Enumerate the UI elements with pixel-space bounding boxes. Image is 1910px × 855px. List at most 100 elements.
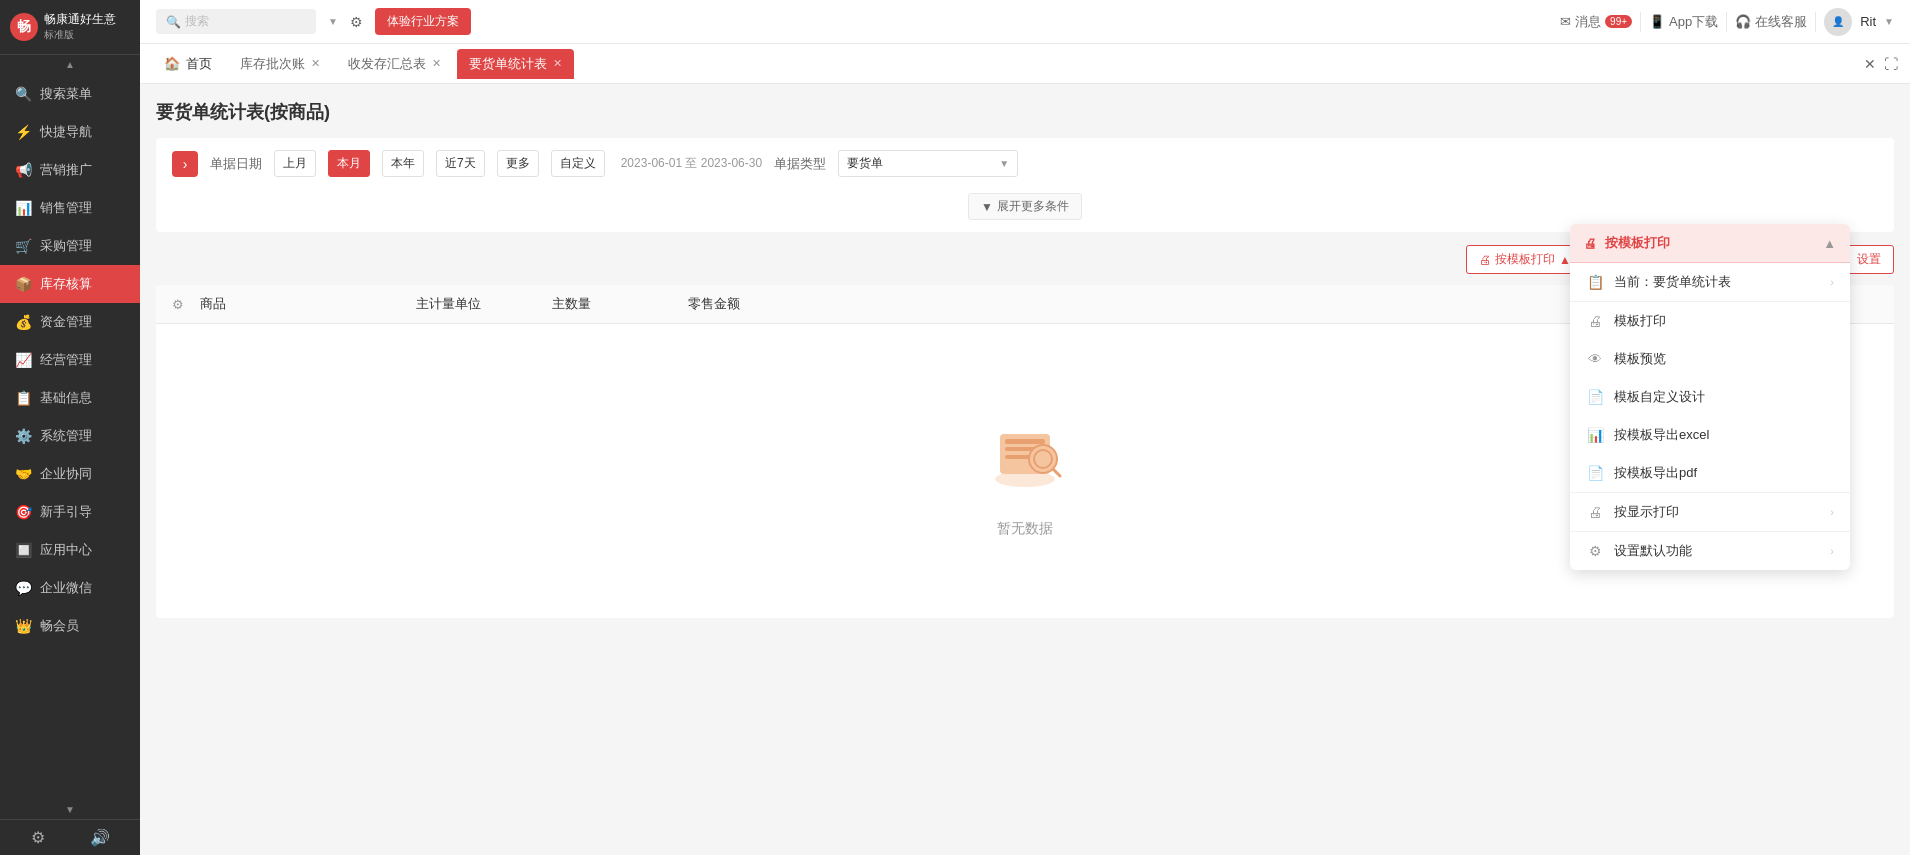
sidebar-item-finance[interactable]: 💰 资金管理 (0, 303, 140, 341)
tab-close-inventory-batch[interactable]: ✕ (311, 57, 320, 70)
message-btn[interactable]: ✉ 消息 99+ (1560, 13, 1632, 31)
print-template-btn[interactable]: 🖨 按模板打印 ▲ (1466, 245, 1584, 274)
dropdown-export-pdf-item[interactable]: 📄 按模板导出pdf (1570, 454, 1850, 492)
tabbar-actions: ✕ ⛶ (1864, 56, 1898, 72)
expand-more-btn[interactable]: ▼ 展开更多条件 (968, 193, 1082, 220)
type-filter-select[interactable]: 要货单 ▼ (838, 150, 1018, 177)
topbar-search[interactable]: 🔍 搜索 (156, 9, 316, 34)
divider-3 (1815, 12, 1816, 32)
date-prev-month-btn[interactable]: 上月 (274, 150, 316, 177)
dropdown-display-print-section: 🖨 按显示打印 › (1570, 493, 1850, 532)
sidebar-item-marketing[interactable]: 📢 营销推广 (0, 151, 140, 189)
divider-2 (1726, 12, 1727, 32)
sidebar-item-basic[interactable]: 📋 基础信息 (0, 379, 140, 417)
select-arrow-icon: ▼ (999, 158, 1009, 169)
sidebar-scroll-down[interactable]: ▼ (0, 799, 140, 819)
search-icon: 🔍 (14, 86, 32, 102)
print-template-icon: 🖨 (1586, 313, 1604, 329)
online-service-btn[interactable]: 🎧 在线客服 (1735, 13, 1807, 31)
tab-close-all-icon[interactable]: ✕ (1864, 56, 1876, 72)
sidebar-item-purchase[interactable]: 🛒 采购管理 (0, 227, 140, 265)
sidebar-item-appstore[interactable]: 🔲 应用中心 (0, 531, 140, 569)
topbar: 🔍 搜索 ▼ ⚙ 体验行业方案 ✉ 消息 99+ 📱 App下载 🎧 在线客服 (140, 0, 1910, 44)
sidebar-item-search[interactable]: 🔍 搜索菜单 (0, 75, 140, 113)
set-default-icon: ⚙ (1586, 543, 1604, 559)
home-icon: 🏠 (164, 56, 180, 71)
empty-state-illustration (975, 404, 1075, 504)
user-dropdown-arrow[interactable]: ▼ (1884, 16, 1894, 27)
date-custom-btn[interactable]: 自定义 (551, 150, 605, 177)
dropdown-print-template-item[interactable]: 🖨 模板打印 (1570, 302, 1850, 340)
user-avatar[interactable]: 👤 (1824, 8, 1852, 36)
col-qty: 主数量 (552, 295, 672, 313)
dropdown-set-default-left: ⚙ 设置默认功能 (1586, 542, 1692, 560)
sidebar-item-inventory[interactable]: 📦 库存核算 (0, 265, 140, 303)
dropdown-current-item[interactable]: 📋 当前：要货单统计表 › (1570, 263, 1850, 301)
date-current-year-btn[interactable]: 本年 (382, 150, 424, 177)
display-print-arrow: › (1830, 506, 1834, 518)
sidebar-item-guide[interactable]: 🎯 新手引导 (0, 493, 140, 531)
table-settings-icon[interactable]: ⚙ (172, 297, 184, 312)
sidebar-item-shortcut[interactable]: ⚡ 快捷导航 (0, 113, 140, 151)
dropdown-set-default-item[interactable]: ⚙ 设置默认功能 › (1570, 532, 1850, 570)
current-item-arrow: › (1830, 276, 1834, 288)
app-download-btn[interactable]: 📱 App下载 (1649, 13, 1718, 31)
trial-btn[interactable]: 体验行业方案 (375, 8, 471, 35)
tab-order-stats[interactable]: 要货单统计表 ✕ (457, 49, 574, 79)
dropdown-template-design-item[interactable]: 📄 模板自定义设计 (1570, 378, 1850, 416)
dropdown-print-preview-item[interactable]: 👁 模板预览 (1570, 340, 1850, 378)
pdf-icon: 📄 (1586, 465, 1604, 481)
operation-icon: 📈 (14, 352, 32, 368)
tabbar: 🏠 首页 库存批次账 ✕ 收发存汇总表 ✕ 要货单统计表 ✕ ✕ ⛶ (140, 44, 1910, 84)
date-last7days-btn[interactable]: 近7天 (436, 150, 485, 177)
col-product: 商品 (200, 295, 400, 313)
dropdown-display-print-item[interactable]: 🖨 按显示打印 › (1570, 493, 1850, 531)
download-icon: 📱 (1649, 14, 1665, 29)
dropdown-export-excel-left: 📊 按模板导出excel (1586, 426, 1709, 444)
tab-expand-icon[interactable]: ⛶ (1884, 56, 1898, 72)
chevron-right-icon: › (183, 156, 188, 172)
sidebar-scroll-up[interactable]: ▲ (0, 55, 140, 75)
dropdown-header: 🖨 按模板打印 ▲ (1570, 224, 1850, 263)
page-title: 要货单统计表(按商品) (156, 100, 1894, 124)
preview-icon: 👁 (1586, 351, 1604, 367)
sidebar: 畅 畅康通好生意 标准版 ▲ 🔍 搜索菜单 ⚡ 快捷导航 📢 营销推广 📊 销售… (0, 0, 140, 855)
wecom-icon: 💬 (14, 580, 32, 596)
dropdown-export-pdf-left: 📄 按模板导出pdf (1586, 464, 1697, 482)
sound-btn[interactable]: 🔊 (90, 828, 110, 847)
display-print-icon: 🖨 (1586, 504, 1604, 520)
date-range-display: 2023-06-01 至 2023-06-30 (621, 155, 762, 172)
topbar-dropdown-arrow[interactable]: ▼ (328, 16, 338, 27)
date-more-btn[interactable]: 更多 (497, 150, 539, 177)
dropdown-print-preview-left: 👁 模板预览 (1586, 350, 1666, 368)
tab-close-receipt-summary[interactable]: ✕ (432, 57, 441, 70)
filter-expand-btn[interactable]: › (172, 151, 198, 177)
settings-bottom-btn[interactable]: ⚙ (31, 828, 45, 847)
sidebar-item-system[interactable]: ⚙️ 系统管理 (0, 417, 140, 455)
date-current-month-btn[interactable]: 本月 (328, 150, 370, 177)
user-name: Rit (1860, 14, 1876, 29)
tab-receipt-summary[interactable]: 收发存汇总表 ✕ (336, 49, 453, 79)
tab-home[interactable]: 🏠 首页 (152, 49, 224, 79)
settings-btn[interactable]: 设置 (1844, 245, 1894, 274)
dropdown-current-left: 📋 当前：要货单统计表 (1586, 273, 1731, 291)
dropdown-collapse-arrow[interactable]: ▲ (1823, 236, 1836, 251)
dropdown-header-left: 🖨 按模板打印 (1584, 234, 1670, 252)
sidebar-item-sales[interactable]: 📊 销售管理 (0, 189, 140, 227)
date-filter-label: 单据日期 (210, 155, 262, 173)
sidebar-item-wecom[interactable]: 💬 企业微信 (0, 569, 140, 607)
topbar-gear-btn[interactable]: ⚙ (350, 14, 363, 30)
sidebar-item-collab[interactable]: 🤝 企业协同 (0, 455, 140, 493)
sidebar-item-operation[interactable]: 📈 经营管理 (0, 341, 140, 379)
tab-inventory-batch[interactable]: 库存批次账 ✕ (228, 49, 332, 79)
dropdown-export-excel-item[interactable]: 📊 按模板导出excel (1570, 416, 1850, 454)
dropdown-print-template-left: 🖨 模板打印 (1586, 312, 1666, 330)
app-version: 标准版 (44, 28, 116, 42)
appstore-icon: 🔲 (14, 542, 32, 558)
sidebar-bottom: ⚙ 🔊 (0, 819, 140, 855)
tab-close-order-stats[interactable]: ✕ (553, 57, 562, 70)
expand-down-icon: ▼ (981, 200, 993, 214)
sidebar-item-member[interactable]: 👑 畅会员 (0, 607, 140, 645)
message-icon: ✉ (1560, 14, 1571, 29)
app-name: 畅康通好生意 (44, 12, 116, 28)
